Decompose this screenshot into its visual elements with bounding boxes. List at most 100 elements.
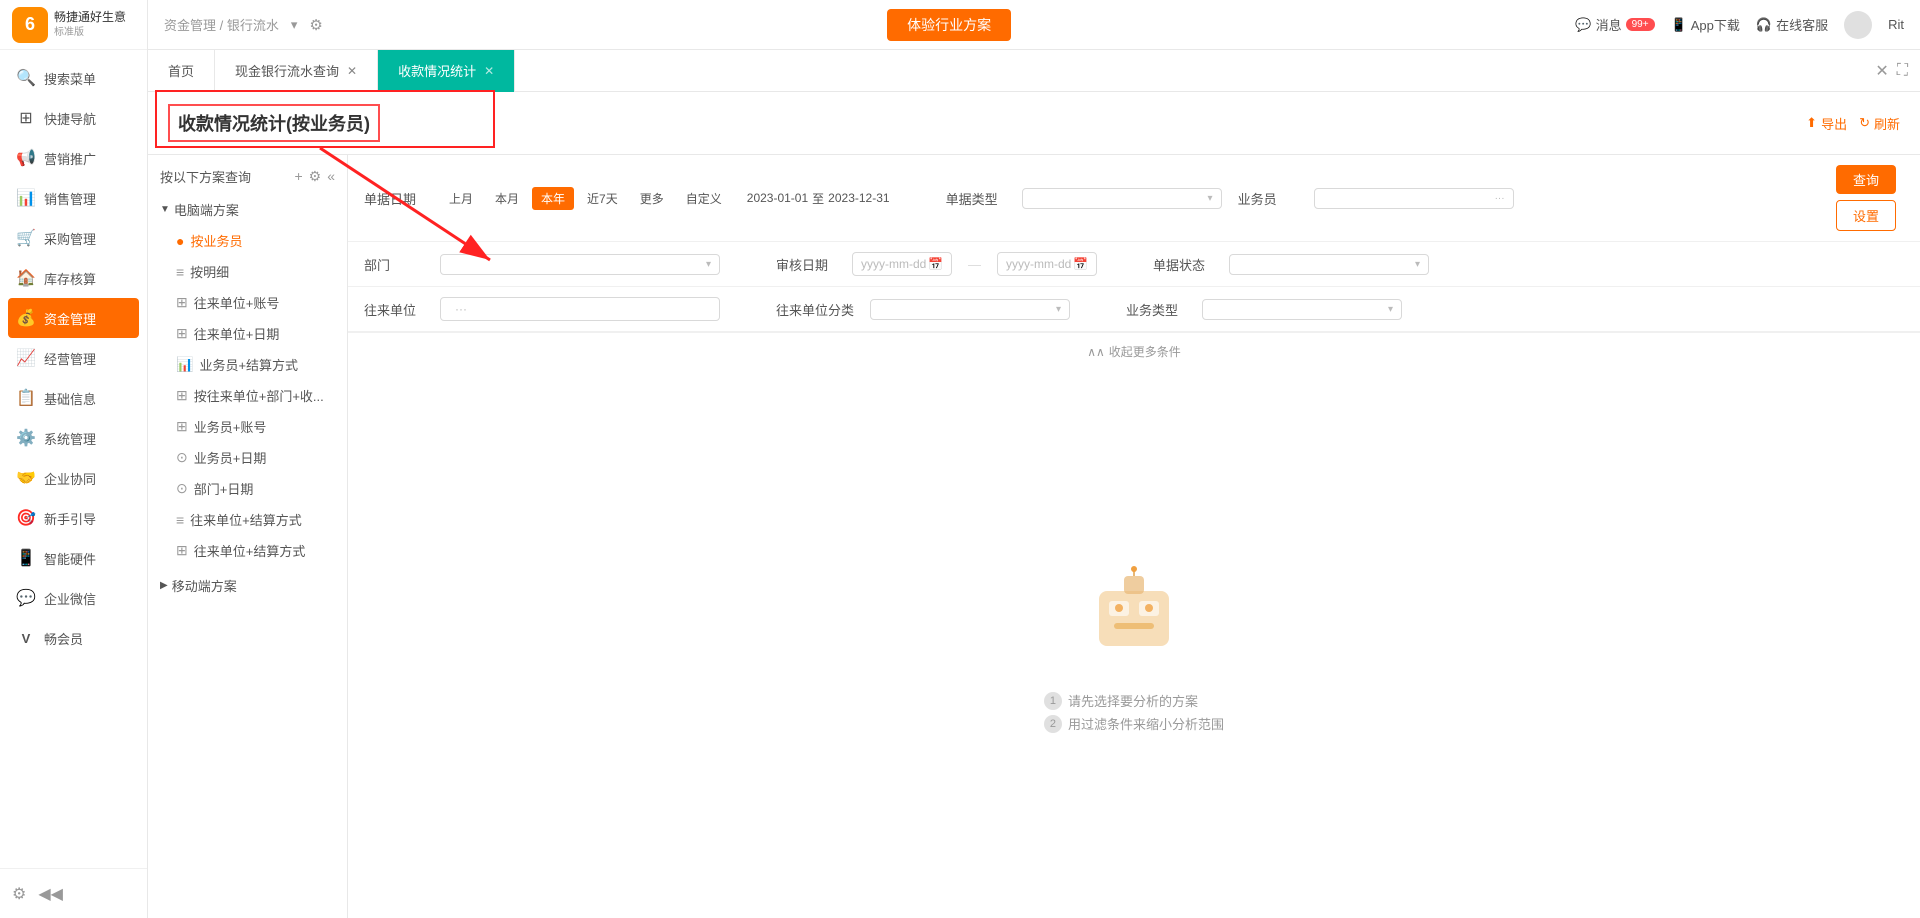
sidebar-label-marketing: 营销推广 xyxy=(44,149,96,168)
scheme-item-partner-account[interactable]: ⊞ 往来单位+账号 xyxy=(148,287,347,318)
message-btn[interactable]: 💬 消息 99+ xyxy=(1575,15,1654,34)
page-title-bar: 收款情况统计(按业务员) ⬆ 导出 ↻ 刷新 xyxy=(148,92,1920,155)
sidebar-item-sales[interactable]: 📊 销售管理 xyxy=(0,178,147,218)
sidebar-item-member[interactable]: V 畅会员 xyxy=(0,618,147,658)
tab-collection-label: 收款情况统计 xyxy=(398,61,476,80)
sidebar-item-newbie[interactable]: 🎯 新手引导 xyxy=(0,498,147,538)
scheme-item-salesperson-date[interactable]: ⊙ 业务员+日期 xyxy=(148,442,347,473)
collapse-scheme-icon[interactable]: « xyxy=(327,168,335,185)
sidebar-item-system[interactable]: ⚙️ 系统管理 xyxy=(0,418,147,458)
query-button[interactable]: 查询 xyxy=(1836,165,1896,194)
settings-button[interactable]: 设置 xyxy=(1836,200,1896,231)
sidebar-item-finance[interactable]: 💰 资金管理 xyxy=(8,298,139,338)
collapse-bar[interactable]: ∧∧ 收起更多条件 xyxy=(348,332,1920,370)
scheme-item-partner-settlement2[interactable]: ⊞ 往来单位+结算方式 xyxy=(148,535,347,566)
scheme-item-salesperson-account[interactable]: ⊞ 业务员+账号 xyxy=(148,411,347,442)
bill-status-label: 单据状态 xyxy=(1153,255,1213,274)
sidebar-bottom: ⚙ ◀◀ xyxy=(0,868,147,918)
scheme-item-label-detail: 按明细 xyxy=(190,262,229,281)
settings-bottom-icon[interactable]: ⚙ xyxy=(12,884,26,904)
sidebar-item-hardware[interactable]: 📱 智能硬件 xyxy=(0,538,147,578)
scheme-header-label: 按以下方案查询 xyxy=(160,167,251,186)
scheme-group-pc: ▼ 电脑端方案 ● 按业务员 ≡ 按明细 ⊞ 往来单位+账号 xyxy=(148,194,347,566)
sidebar-item-enterprise[interactable]: 🤝 企业协同 xyxy=(0,458,147,498)
date-btn-more[interactable]: 更多 xyxy=(631,187,673,210)
app-download-btn[interactable]: 📱 App下载 xyxy=(1671,15,1740,34)
date-btn-custom[interactable]: 自定义 xyxy=(677,187,731,210)
scheme-group-pc-header[interactable]: ▼ 电脑端方案 xyxy=(148,194,347,225)
sidebar-logo: 6 畅捷通好生意 标准版 xyxy=(0,0,147,50)
salesperson-more-icon: ··· xyxy=(1495,193,1505,204)
date-btn-7days[interactable]: 近7天 xyxy=(578,187,627,210)
date-btn-this-month[interactable]: 本月 xyxy=(486,187,528,210)
date-range-separator: 至 xyxy=(812,190,824,207)
sidebar-item-operation[interactable]: 📈 经营管理 xyxy=(0,338,147,378)
dept-select[interactable]: ▾ xyxy=(440,254,720,275)
scheme-item-by-salesperson[interactable]: ● 按业务员 xyxy=(148,225,347,256)
scheme-item-label-partner-date: 往来单位+日期 xyxy=(194,324,280,343)
logo-name: 畅捷通好生意 xyxy=(54,10,126,26)
scheme-item-label-salesperson-account: 业务员+账号 xyxy=(194,417,267,436)
sidebar-item-basic[interactable]: 📋 基础信息 xyxy=(0,378,147,418)
sidebar-item-shortcut[interactable]: ⊞ 快捷导航 xyxy=(0,98,147,138)
app-download-label: App下载 xyxy=(1691,15,1740,34)
refresh-button[interactable]: ↻ 刷新 xyxy=(1859,114,1900,133)
sidebar-item-wechat[interactable]: 💬 企业微信 xyxy=(0,578,147,618)
maximize-icon[interactable]: ⛶ xyxy=(1897,62,1908,80)
partner-settlement1-icon: ≡ xyxy=(176,512,184,528)
close-window-icon[interactable]: ✕ xyxy=(1875,61,1888,81)
scheme-item-salesperson-settlement[interactable]: 📊 业务员+结算方式 xyxy=(148,349,347,380)
scheme-group-mobile-header[interactable]: ▶ 移动端方案 xyxy=(148,570,347,601)
sidebar-label-finance: 资金管理 xyxy=(44,309,96,328)
service-icon: 🎧 xyxy=(1756,17,1772,33)
scheme-item-dept-date[interactable]: ⊙ 部门+日期 xyxy=(148,473,347,504)
scheme-item-by-detail[interactable]: ≡ 按明细 xyxy=(148,256,347,287)
date-btn-last-month[interactable]: 上月 xyxy=(440,187,482,210)
sidebar-item-purchase[interactable]: 🛒 采购管理 xyxy=(0,218,147,258)
partner-input[interactable]: ··· xyxy=(440,297,720,321)
business-type-select[interactable]: ▾ xyxy=(1202,299,1402,320)
empty-hint-2: 2 用过滤条件来缩小分析范围 xyxy=(1044,714,1224,733)
hint-text-1: 请先选择要分析的方案 xyxy=(1068,691,1198,710)
scheme-item-partner-dept[interactable]: ⊞ 按往来单位+部门+收... xyxy=(148,380,347,411)
settings-scheme-icon[interactable]: ⚙ xyxy=(309,168,322,185)
header-settings-icon[interactable]: ⚙ xyxy=(309,16,322,34)
partner-category-select[interactable]: ▾ xyxy=(870,299,1070,320)
export-button[interactable]: ⬆ 导出 xyxy=(1806,114,1847,133)
partner-category-label: 往来单位分类 xyxy=(776,300,854,319)
date-btn-this-year[interactable]: 本年 xyxy=(532,187,574,210)
avatar[interactable] xyxy=(1844,11,1872,39)
dropdown-arrow-icon[interactable]: ▾ xyxy=(291,17,298,33)
tab-bank-close-icon[interactable]: ✕ xyxy=(347,64,357,78)
calendar-start-icon: 📅 xyxy=(928,257,943,271)
sidebar-item-warehouse[interactable]: 🏠 库存核算 xyxy=(0,258,147,298)
detail-icon: ≡ xyxy=(176,264,184,280)
tabs-bar: 首页 现金银行流水查询 ✕ 收款情况统计 ✕ ✕ ⛶ xyxy=(148,50,1920,92)
sidebar-item-search[interactable]: 🔍 搜索菜单 xyxy=(0,58,147,98)
scheme-item-label-partner-dept: 按往来单位+部门+收... xyxy=(194,386,324,405)
bill-status-select[interactable]: ▾ xyxy=(1229,254,1429,275)
scheme-item-partner-settlement1[interactable]: ≡ 往来单位+结算方式 xyxy=(148,504,347,535)
partner-settlement2-icon: ⊞ xyxy=(176,542,188,559)
bill-type-label: 单据类型 xyxy=(946,189,1006,208)
tab-collection-close-icon[interactable]: ✕ xyxy=(484,64,494,78)
online-service-btn[interactable]: 🎧 在线客服 xyxy=(1756,15,1828,34)
sidebar-item-marketing[interactable]: 📢 营销推广 xyxy=(0,138,147,178)
tab-home[interactable]: 首页 xyxy=(148,50,215,92)
scheme-item-partner-date[interactable]: ⊞ 往来单位+日期 xyxy=(148,318,347,349)
promo-button[interactable]: 体验行业方案 xyxy=(887,9,1011,41)
scheme-header-icons: + ⚙ « xyxy=(294,168,335,185)
tabs-actions: ✕ ⛶ xyxy=(1863,61,1920,81)
empty-hint-1: 1 请先选择要分析的方案 xyxy=(1044,691,1224,710)
bill-type-select[interactable]: ▾ xyxy=(1022,188,1222,209)
tab-bank[interactable]: 现金银行流水查询 ✕ xyxy=(215,50,378,92)
add-scheme-icon[interactable]: + xyxy=(294,168,302,185)
tab-collection[interactable]: 收款情况统计 ✕ xyxy=(378,50,515,92)
salesperson-select[interactable]: ··· xyxy=(1314,188,1514,209)
audit-date-end[interactable]: yyyy-mm-dd 📅 xyxy=(997,252,1097,276)
sidebar-label-warehouse: 库存核算 xyxy=(44,269,96,288)
collapse-sidebar-icon[interactable]: ◀◀ xyxy=(38,884,63,904)
sidebar-label-basic: 基础信息 xyxy=(44,389,96,408)
audit-date-start[interactable]: yyyy-mm-dd 📅 xyxy=(852,252,952,276)
system-icon: ⚙️ xyxy=(16,428,36,448)
